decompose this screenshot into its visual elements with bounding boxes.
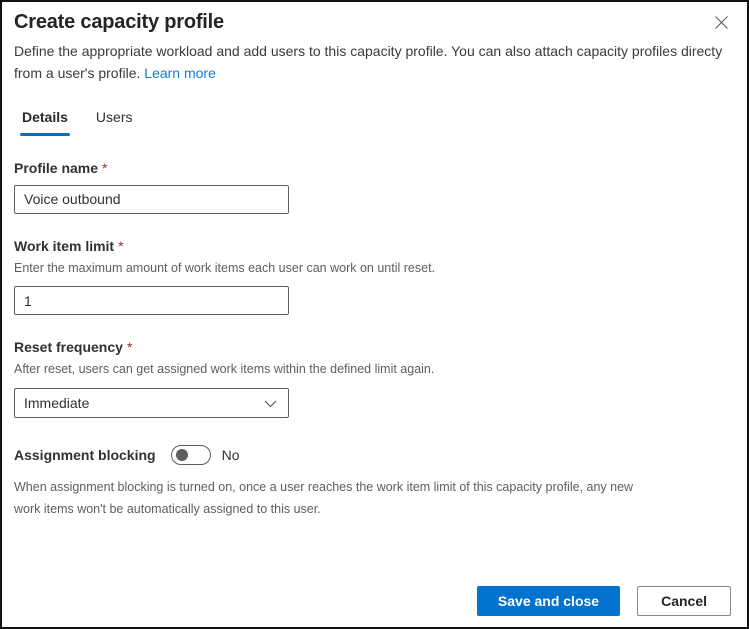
required-asterisk: * [102,159,108,176]
create-capacity-profile-dialog: Create capacity profile Define the appro… [2,2,747,627]
profile-name-label: Profile name * [14,159,108,176]
tab-bar: Details Users [14,100,733,136]
work-item-limit-field: Work item limit * Enter the maximum amoun… [14,238,733,316]
close-button[interactable] [710,13,733,34]
required-asterisk: * [126,339,133,356]
dialog-header: Create capacity profile [14,2,733,34]
save-and-close-button[interactable]: Save and close [476,586,621,616]
page-title: Create capacity profile [14,11,224,33]
description-text: Define the appropriate workload and add … [14,43,723,82]
tab-users-label: Users [95,108,133,125]
assignment-blocking-row: Assignment blocking No [14,445,733,466]
tab-users[interactable]: Users [88,100,141,136]
profile-name-field: Profile name * [14,160,733,214]
cancel-button[interactable]: Cancel [637,586,731,616]
assignment-blocking-label: Assignment blocking [14,447,156,464]
work-item-limit-input[interactable] [14,286,289,316]
assignment-blocking-helper: When assignment blocking is turned on, o… [14,480,634,517]
work-item-limit-label: Work item limit * [14,237,124,254]
toggle-knob [175,449,188,462]
reset-frequency-value: Immediate [24,395,90,412]
reset-frequency-select[interactable]: Immediate [14,388,289,419]
work-item-limit-helper: Enter the maximum amount of work items e… [14,260,436,275]
tab-details-label: Details [22,108,68,125]
tab-details[interactable]: Details [14,100,76,136]
learn-more-link[interactable]: Learn more [144,65,216,81]
dialog-description: Define the appropriate workload and add … [14,41,733,84]
close-icon [714,16,729,33]
dialog-footer: Save and close Cancel [476,586,731,616]
reset-frequency-label: Reset frequency * [14,339,133,356]
required-asterisk: * [118,237,124,254]
reset-frequency-helper: After reset, users can get assigned work… [14,362,435,377]
chevron-down-icon [264,395,277,411]
reset-frequency-field: Reset frequency * After reset, users can … [14,339,733,419]
assignment-blocking-toggle[interactable] [170,445,211,466]
assignment-blocking-state: No [221,447,240,464]
profile-name-input[interactable] [14,184,289,214]
